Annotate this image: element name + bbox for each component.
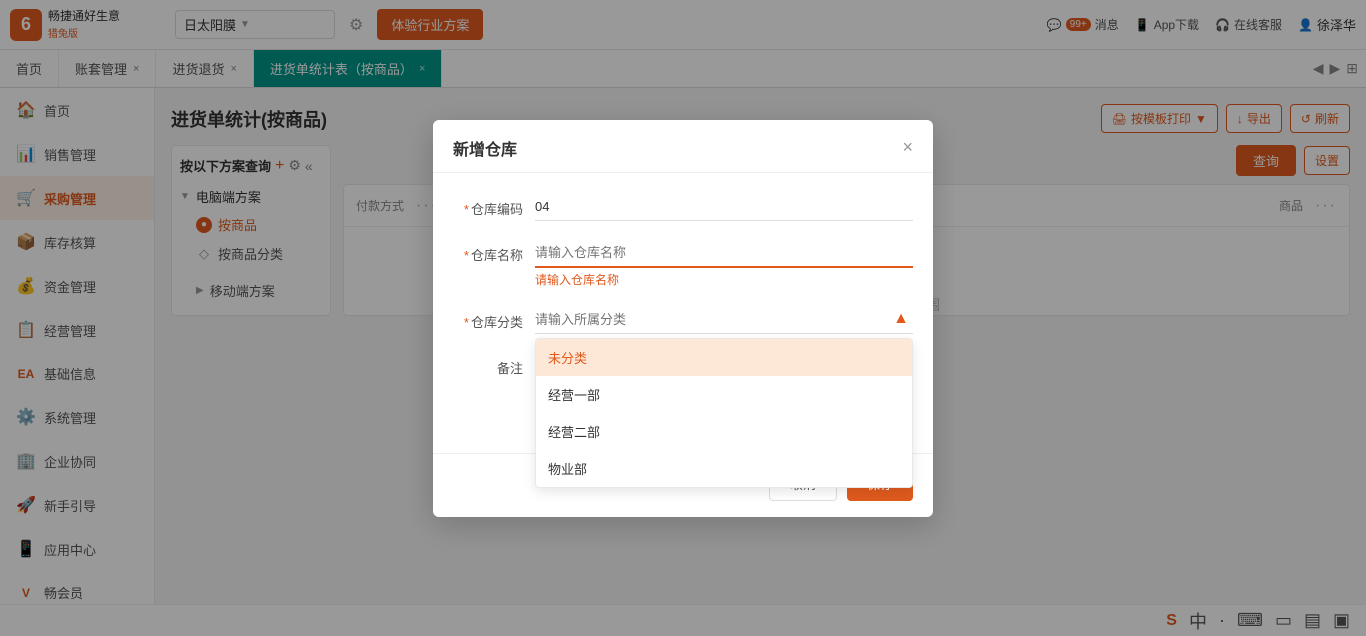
modal-header: 新增仓库 × [433, 120, 933, 173]
code-input-wrap [535, 193, 913, 221]
name-input[interactable] [535, 239, 913, 268]
modal-close-btn[interactable]: × [902, 137, 913, 158]
name-label: *仓库名称 [453, 239, 523, 264]
form-row-category: *仓库分类 ▲ 未分类 经营一部 经营二部 物业部 [453, 306, 913, 334]
name-error-msg: 请输入仓库名称 [535, 271, 913, 288]
dropdown-option-unclassified[interactable]: 未分类 [536, 339, 912, 376]
name-input-wrap: 请输入仓库名称 [535, 239, 913, 288]
new-warehouse-modal: 新增仓库 × *仓库编码 *仓库名称 请输入仓库名称 [433, 120, 933, 517]
category-input-wrap: ▲ 未分类 经营一部 经营二部 物业部 [535, 306, 913, 334]
dropdown-option-ops2[interactable]: 经营二部 [536, 413, 912, 450]
code-input[interactable] [535, 193, 913, 221]
modal-title: 新增仓库 [453, 136, 517, 160]
modal-body: *仓库编码 *仓库名称 请输入仓库名称 *仓库分类 [433, 173, 933, 453]
form-row-name: *仓库名称 请输入仓库名称 [453, 239, 913, 288]
category-label: *仓库分类 [453, 306, 523, 331]
form-row-code: *仓库编码 [453, 193, 913, 221]
category-dropdown: 未分类 经营一部 经营二部 物业部 [535, 338, 913, 488]
category-toggle-icon[interactable]: ▲ [889, 310, 913, 328]
code-label: *仓库编码 [453, 193, 523, 218]
dropdown-option-ops1[interactable]: 经营一部 [536, 376, 912, 413]
notes-label: 备注 [453, 352, 523, 377]
category-input[interactable] [535, 306, 889, 333]
category-input-group: ▲ [535, 306, 913, 334]
modal-overlay: 新增仓库 × *仓库编码 *仓库名称 请输入仓库名称 [0, 0, 1366, 636]
dropdown-option-property[interactable]: 物业部 [536, 450, 912, 487]
